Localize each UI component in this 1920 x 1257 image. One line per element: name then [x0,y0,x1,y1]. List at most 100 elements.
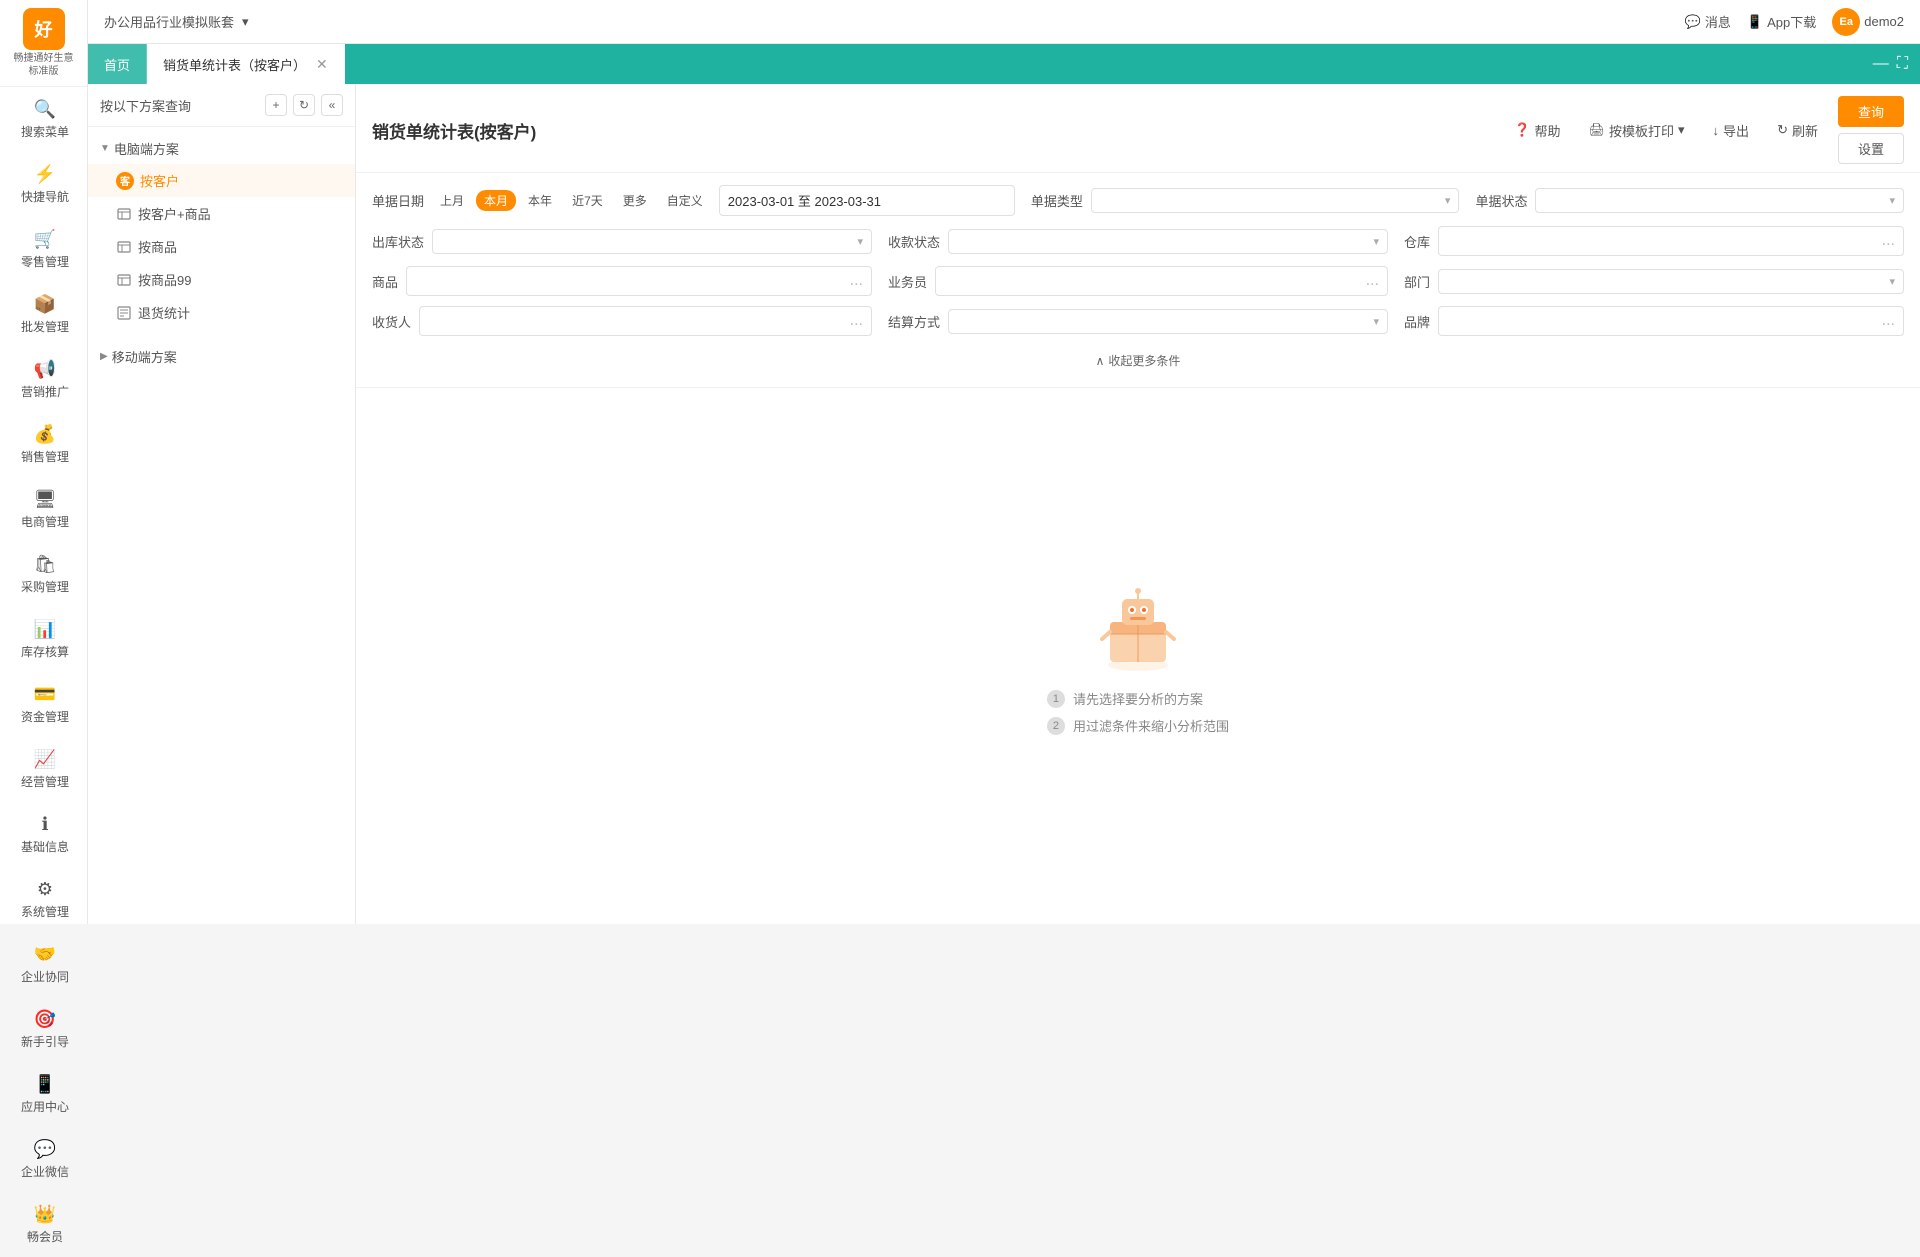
collapse-label: 收起更多条件 [1108,352,1180,369]
sidebar-item-marketing[interactable]: 📢 营销推广 [0,347,87,412]
main-area: 办公用品行业模拟账套 ▾ 💬 消息 📱 App下载 Ea demo2 首页 销货… [88,0,1920,924]
scheme-item-by-goods[interactable]: 按商品 [88,230,355,263]
page-actions: ❓ 帮助 🖨 按模板打印 ▾ ↓ 导出 ↻ 刷新 [1506,96,1904,164]
add-scheme-btn[interactable]: + [265,94,287,116]
scheme-item-return-stat[interactable]: 退货统计 [88,296,355,329]
sidebar-item-wholesale[interactable]: 📦 批发管理 [0,282,87,347]
settings-button[interactable]: 设置 [1838,133,1904,164]
filter-area: 单据日期 上月 本月 本年 近7天 更多 自定义 2023-03-01 至 20… [356,173,1920,388]
goods-dots[interactable]: ... [850,272,863,290]
collapse-more-btn[interactable]: ∧ 收起更多条件 [372,346,1904,375]
sidebar-item-label: 采购管理 [21,578,69,595]
sidebar-item-operations[interactable]: 📈 经营管理 [0,737,87,802]
payment-status-label: 收款状态 [888,232,940,251]
action-btns: 查询 设置 [1838,96,1904,164]
empty-illustration [1088,577,1188,677]
salesperson-field: 业务员 ... [888,266,1388,296]
warehouse-dots[interactable]: ... [1882,232,1895,250]
guide-icon: 🎯 [34,1009,56,1030]
scheme-item-label: 退货统计 [138,303,190,322]
out-status-select[interactable]: ▾ [432,229,872,254]
tab-home[interactable]: 首页 [88,44,147,84]
query-button[interactable]: 查询 [1838,96,1904,127]
ecommerce-icon: 🖥 [34,489,57,510]
scheme-item-by-customer-goods[interactable]: 按客户+商品 [88,197,355,230]
refresh-icon: ↻ [1777,122,1788,138]
tab-expand-icon[interactable]: ⛶ [1897,55,1908,73]
payment-status-select[interactable]: ▾ [948,229,1388,254]
sidebar-item-finance[interactable]: 💳 资金管理 [0,672,87,737]
export-btn[interactable]: ↓ 导出 [1705,117,1758,144]
receiver-dots[interactable]: ... [850,312,863,330]
date-quick-btns: 上月 本月 本年 近7天 更多 自定义 [432,190,711,211]
doc-status-select[interactable]: ▾ [1535,188,1904,213]
print-btn[interactable]: 🖨 按模板打印 ▾ [1580,117,1692,144]
prev-month-btn[interactable]: 上月 [432,190,472,211]
sidebar-item-inventory[interactable]: 📊 库存核算 [0,607,87,672]
goods-input[interactable]: ... [406,266,872,296]
tab-minimize-icon[interactable]: — [1873,55,1889,73]
avatar: Ea [1832,8,1860,36]
dept-arrow: ▾ [1889,275,1895,288]
app-download-btn[interactable]: 📱 App下载 [1747,12,1816,31]
filter-row-1: 单据日期 上月 本月 本年 近7天 更多 自定义 2023-03-01 至 20… [372,185,1904,216]
tab-sales-stat-label: 销货单统计表（按客户） [163,55,306,74]
custom-btn[interactable]: 自定义 [659,190,711,211]
wholesale-icon: 📦 [34,294,56,315]
more-btn[interactable]: 更多 [615,190,655,211]
warehouse-input[interactable]: ... [1438,226,1904,256]
export-label: 导出 [1723,121,1749,140]
salesperson-input[interactable]: ... [935,266,1388,296]
sidebar-item-sales-mgmt[interactable]: 💰 销售管理 [0,412,87,477]
sidebar-item-label: 经营管理 [21,773,69,790]
receiver-input[interactable]: ... [419,306,872,336]
dept-select[interactable]: ▾ [1438,269,1904,294]
sidebar-item-search[interactable]: 🔍 搜索菜单 [0,87,87,152]
sidebar-item-purchase[interactable]: 🛍 采购管理 [0,542,87,607]
sidebar-item-wechat[interactable]: 💬 企业微信 [0,1127,87,1192]
user-profile[interactable]: Ea demo2 [1832,8,1904,36]
app-download-icon: 📱 [1747,14,1763,30]
date-label: 单据日期 [372,191,424,210]
refresh-btn[interactable]: ↻ 刷新 [1769,117,1826,144]
app-logo[interactable]: 好 畅捷通好生意 标准版 [0,0,87,87]
sidebar-item-ecommerce[interactable]: 🖥 电商管理 [0,477,87,542]
message-btn[interactable]: 💬 消息 [1685,12,1731,31]
sidebar-item-label: 批发管理 [21,318,69,335]
brand-label: 品牌 [1404,312,1430,331]
tab-sales-stat[interactable]: 销货单统计表（按客户） ✕ [147,44,345,84]
sidebar-item-system[interactable]: ⚙ 系统管理 [0,867,87,932]
doc-type-select[interactable]: ▾ [1091,188,1460,213]
sidebar-item-retail[interactable]: 🛒 零售管理 [0,217,87,282]
sidebar-item-quick-nav[interactable]: ⚡ 快捷导航 [0,152,87,217]
breadcrumb[interactable]: 办公用品行业模拟账套 ▾ [104,12,249,31]
sidebar-item-label: 企业微信 [21,1163,69,1180]
desktop-group-header[interactable]: ▼ 电脑端方案 [88,133,355,164]
sidebar-item-app-center[interactable]: 📱 应用中心 [0,1062,87,1127]
this-year-btn[interactable]: 本年 [520,190,560,211]
app-download-label: App下载 [1767,12,1816,31]
sidebar-item-label: 资金管理 [21,708,69,725]
mobile-group-header[interactable]: ▶ 移动端方案 [88,341,355,372]
brand-dots[interactable]: ... [1882,312,1895,330]
help-label: 帮助 [1534,121,1560,140]
scheme-item-by-customer[interactable]: 客 按客户 [88,164,355,197]
date-range-input[interactable]: 2023-03-01 至 2023-03-31 [719,185,1015,216]
scheme-item-by-goods99[interactable]: 按商品99 [88,263,355,296]
this-month-btn[interactable]: 本月 [476,190,516,211]
collapse-panel-btn[interactable]: « [321,94,343,116]
search-nav-icon: 🔍 [34,99,56,120]
settlement-select[interactable]: ▾ [948,309,1388,334]
tab-close-icon[interactable]: ✕ [316,56,328,73]
sidebar-item-cooperation[interactable]: 🤝 企业协同 [0,932,87,997]
help-btn[interactable]: ❓ 帮助 [1506,117,1568,144]
export-icon: ↓ [1713,123,1720,138]
last7-btn[interactable]: 近7天 [564,190,611,211]
refresh-scheme-btn[interactable]: ↻ [293,94,315,116]
desktop-scheme-group: ▼ 电脑端方案 客 按客户 按客户+商品 按商 [88,127,355,335]
salesperson-dots[interactable]: ... [1366,272,1379,290]
sidebar-item-guide[interactable]: 🎯 新手引导 [0,997,87,1062]
sidebar-item-member[interactable]: 👑 畅会员 [0,1192,87,1257]
brand-input[interactable]: ... [1438,306,1904,336]
sidebar-item-basic-info[interactable]: ℹ 基础信息 [0,802,87,867]
